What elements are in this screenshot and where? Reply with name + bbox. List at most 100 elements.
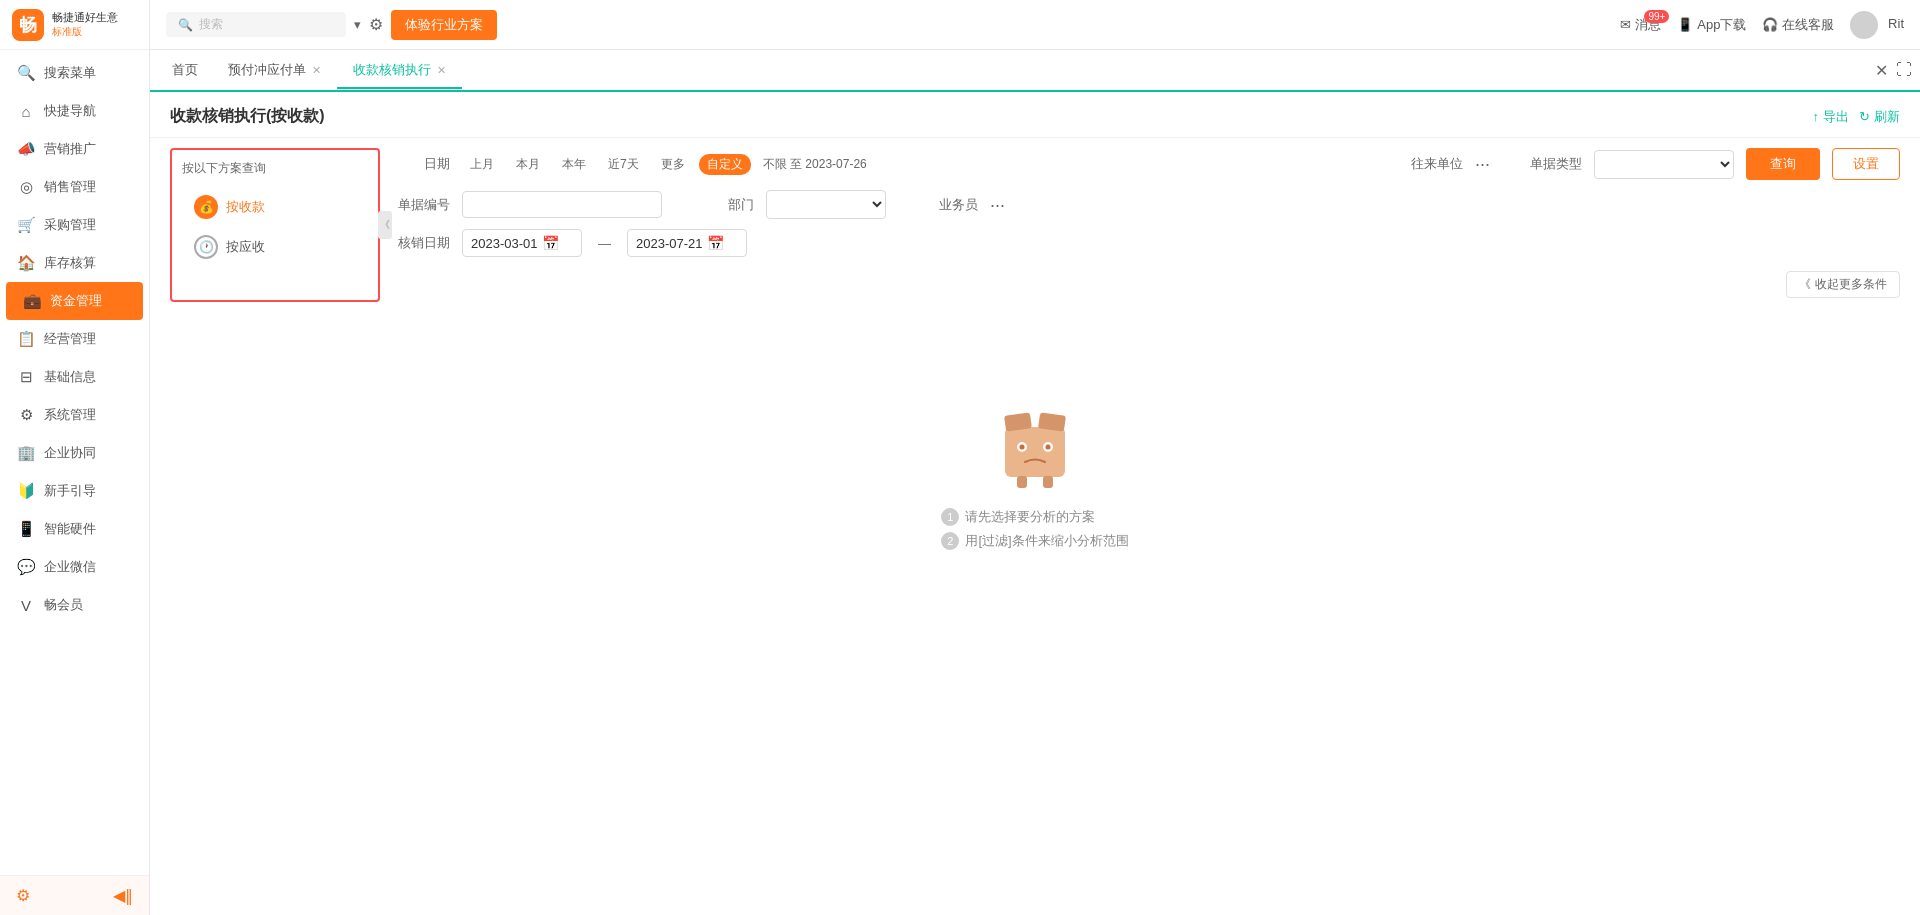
sidebar-item-sales[interactable]: ◎ 销售管理 bbox=[0, 168, 149, 206]
sidebar-item-quick-nav[interactable]: ⌂ 快捷导航 bbox=[0, 92, 149, 130]
verification-start-picker[interactable]: 2023-03-01 📅 bbox=[462, 229, 582, 257]
sidebar-label-quick-nav: 快捷导航 bbox=[44, 102, 96, 120]
hardware-icon: 📱 bbox=[16, 520, 36, 538]
right-filters-row1: 往来单位 ··· 单据类型 查询 设置 bbox=[879, 148, 1900, 180]
header-dropdown[interactable]: ▾ bbox=[354, 17, 361, 32]
export-label: 导出 bbox=[1823, 108, 1849, 126]
counterparty-picker[interactable]: ··· bbox=[1475, 155, 1490, 173]
sidebar-label-enterprise: 企业协同 bbox=[44, 444, 96, 462]
sidebar-item-wechat[interactable]: 💬 企业微信 bbox=[0, 548, 149, 586]
settings-icon[interactable]: ⚙ bbox=[16, 886, 30, 905]
tab-prepay-close[interactable]: ✕ bbox=[312, 64, 321, 77]
sidebar-item-member[interactable]: V 畅会员 bbox=[0, 586, 149, 624]
header-gear-icon[interactable]: ⚙ bbox=[369, 15, 383, 34]
export-btn[interactable]: ↑ 导出 bbox=[1813, 108, 1850, 126]
main-area: 🔍 搜索 ▾ ⚙ 体验行业方案 ✉ 消息 99+ 📱 App下载 🎧 在线客服 bbox=[150, 0, 1920, 915]
header-search-box[interactable]: 🔍 搜索 bbox=[166, 12, 346, 37]
collapse-more-btn[interactable]: 《 收起更多条件 bbox=[1786, 271, 1900, 298]
search-input-icon: 🔍 bbox=[178, 18, 193, 32]
chevron-down-icon: ▾ bbox=[354, 17, 361, 32]
date-btn-custom[interactable]: 自定义 bbox=[699, 154, 751, 175]
basic-icon: ⊟ bbox=[16, 368, 36, 386]
avatar bbox=[1850, 11, 1878, 39]
doc-type-select[interactable] bbox=[1594, 150, 1734, 179]
sidebar-item-enterprise[interactable]: 🏢 企业协同 bbox=[0, 434, 149, 472]
dept-select[interactable] bbox=[766, 190, 886, 219]
industry-btn[interactable]: 体验行业方案 bbox=[391, 10, 497, 40]
date-btn-this-year[interactable]: 本年 bbox=[554, 153, 594, 176]
sidebar-label-inventory: 库存核算 bbox=[44, 254, 96, 272]
hint-text-2: 用[过滤]条件来缩小分析范围 bbox=[965, 532, 1128, 550]
query-execute-btn[interactable]: 查询 bbox=[1746, 148, 1820, 180]
operation-icon: 📋 bbox=[16, 330, 36, 348]
header-left: 🔍 搜索 ▾ ⚙ 体验行业方案 bbox=[166, 10, 497, 40]
page-inner: 收款核销执行(按收款) ↑ 导出 ↻ 刷新 按以 bbox=[150, 92, 1920, 915]
date-btn-more[interactable]: 更多 bbox=[653, 153, 693, 176]
warehouse-icon: 🏠 bbox=[16, 254, 36, 272]
tab-receipt-close[interactable]: ✕ bbox=[437, 64, 446, 77]
tab-receipt-offset[interactable]: 收款核销执行 ✕ bbox=[337, 53, 462, 89]
app-download-btn[interactable]: 📱 App下载 bbox=[1677, 16, 1746, 34]
date-range-dash: — bbox=[598, 236, 611, 251]
tab-prepay-label: 预付冲应付单 bbox=[228, 61, 306, 79]
query-panel-title: 按以下方案查询 bbox=[182, 160, 368, 177]
sidebar-label-sales: 销售管理 bbox=[44, 178, 96, 196]
message-btn[interactable]: ✉ 消息 99+ bbox=[1620, 16, 1661, 34]
hint-num-2: 2 bbox=[941, 532, 959, 550]
sidebar-item-search[interactable]: 🔍 搜索菜单 bbox=[0, 54, 149, 92]
staff-picker[interactable]: ··· bbox=[990, 196, 1005, 214]
sidebar-label-hardware: 智能硬件 bbox=[44, 520, 96, 538]
date-btn-7days[interactable]: 近7天 bbox=[600, 153, 647, 176]
sidebar-item-basic[interactable]: ⊟ 基础信息 bbox=[0, 358, 149, 396]
sidebar-item-inventory[interactable]: 🏠 库存核算 bbox=[0, 244, 149, 282]
collapse-sidebar-icon[interactable]: ◀‖ bbox=[113, 886, 133, 905]
sidebar-item-operation[interactable]: 📋 经营管理 bbox=[0, 320, 149, 358]
date-btn-last-month[interactable]: 上月 bbox=[462, 153, 502, 176]
receivable-option-icon: 🕐 bbox=[194, 235, 218, 259]
svg-rect-0 bbox=[1005, 427, 1065, 477]
service-label: 在线客服 bbox=[1782, 16, 1834, 34]
query-option-receivable-label: 按应收 bbox=[226, 238, 265, 256]
sidebar-label-member: 畅会员 bbox=[44, 596, 83, 614]
hint-item-1: 1 请先选择要分析的方案 bbox=[941, 508, 1095, 526]
search-icon: 🔍 bbox=[16, 64, 36, 82]
enterprise-icon: 🏢 bbox=[16, 444, 36, 462]
logo-name: 畅捷通好生意 bbox=[52, 10, 118, 24]
tab-close-all-icon[interactable]: ✕ bbox=[1875, 61, 1888, 80]
sidebar-item-guide[interactable]: 🔰 新手引导 bbox=[0, 472, 149, 510]
query-option-by-receivable[interactable]: 🕐 按应收 bbox=[182, 227, 368, 267]
set-btn[interactable]: 设置 bbox=[1832, 148, 1900, 180]
tab-prepay[interactable]: 预付冲应付单 ✕ bbox=[212, 53, 337, 89]
page-title: 收款核销执行(按收款) bbox=[170, 106, 325, 127]
sidebar-label-search: 搜索菜单 bbox=[44, 64, 96, 82]
cart-icon: 🛒 bbox=[16, 216, 36, 234]
verification-date-label: 核销日期 bbox=[390, 234, 450, 252]
verification-end-picker[interactable]: 2023-07-21 📅 bbox=[627, 229, 747, 257]
date-options-group: 上月 本月 本年 近7天 更多 自定义 bbox=[462, 153, 751, 176]
hint-text-1: 请先选择要分析的方案 bbox=[965, 508, 1095, 526]
user-name: Rit bbox=[1888, 16, 1904, 31]
svg-point-6 bbox=[1046, 445, 1051, 450]
sidebar-label-purchase: 采购管理 bbox=[44, 216, 96, 234]
service-btn[interactable]: 🎧 在线客服 bbox=[1762, 16, 1834, 34]
header-right: ✉ 消息 99+ 📱 App下载 🎧 在线客服 Rit bbox=[1620, 11, 1904, 39]
sidebar-item-purchase[interactable]: 🛒 采购管理 bbox=[0, 206, 149, 244]
refresh-btn[interactable]: ↻ 刷新 bbox=[1859, 108, 1900, 126]
filter-row-1: 日期 上月 本月 本年 近7天 更多 自定义 不限 至 2023-07-26 bbox=[390, 148, 1900, 180]
sidebar-item-marketing[interactable]: 📣 营销推广 bbox=[0, 130, 149, 168]
sidebar-label-marketing: 营销推广 bbox=[44, 140, 96, 158]
tab-expand-icon[interactable]: ⛶ bbox=[1896, 61, 1912, 79]
sidebar-item-hardware[interactable]: 📱 智能硬件 bbox=[0, 510, 149, 548]
query-option-by-receipt[interactable]: 💰 按收款 bbox=[182, 187, 368, 227]
date-btn-this-month[interactable]: 本月 bbox=[508, 153, 548, 176]
panel-collapse-arrow[interactable]: 《 bbox=[378, 211, 392, 239]
system-icon: ⚙ bbox=[16, 406, 36, 424]
sidebar-item-system[interactable]: ⚙ 系统管理 bbox=[0, 396, 149, 434]
doc-no-input[interactable] bbox=[462, 191, 662, 218]
tab-home[interactable]: 首页 bbox=[158, 53, 212, 89]
user-area[interactable]: Rit bbox=[1850, 11, 1904, 39]
sidebar-item-finance[interactable]: 💼 资金管理 bbox=[6, 282, 143, 320]
refresh-icon: ↻ bbox=[1859, 109, 1870, 124]
filter-area: 按以下方案查询 💰 按收款 🕐 按应收 《 bbox=[150, 138, 1920, 312]
doc-no-label: 单据编号 bbox=[390, 196, 450, 214]
